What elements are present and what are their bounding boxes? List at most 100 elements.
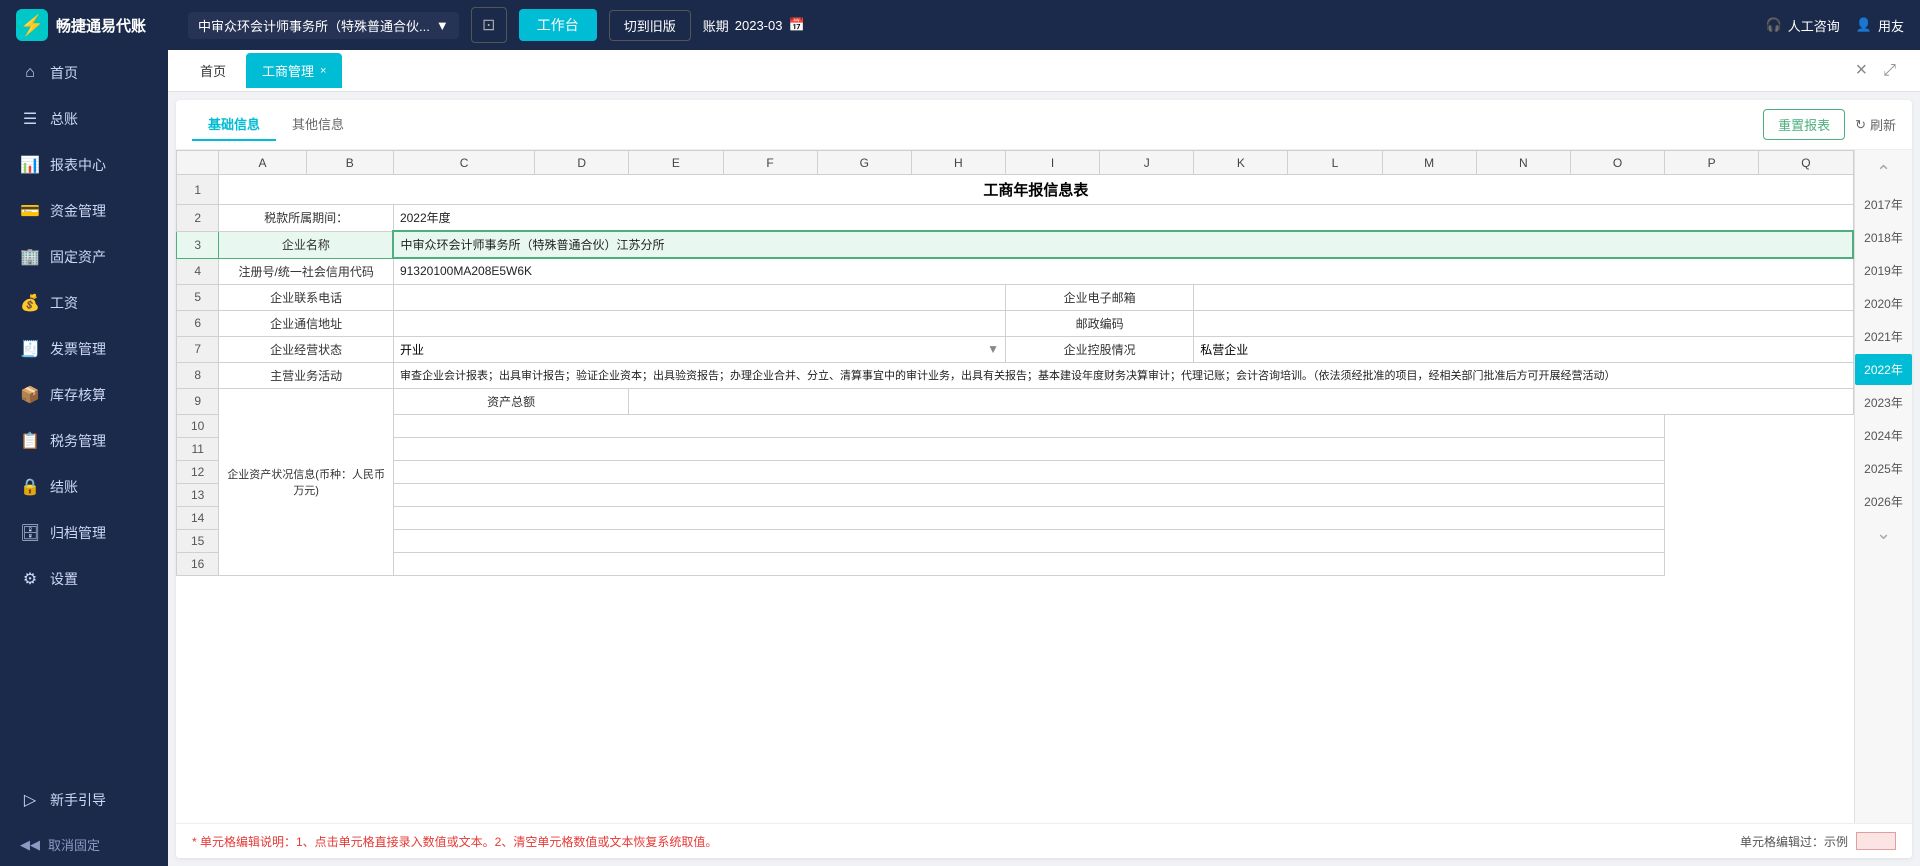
liabilities-value[interactable]	[393, 437, 1664, 460]
year-2022[interactable]: 2022年	[1855, 354, 1912, 385]
postal-value-cell[interactable]	[1194, 310, 1853, 336]
close-period-icon: 🔒	[20, 477, 40, 497]
year-sidebar: ⌃ 2017年 2018年 2019年 2020年 2021年 2022年 20…	[1854, 150, 1912, 823]
tab-other-info[interactable]: 其他信息	[276, 108, 360, 141]
tax-period-value-cell[interactable]: 2022年度	[393, 205, 1853, 232]
year-up-btn[interactable]: ⌃	[1872, 158, 1895, 187]
row-num-12: 12	[177, 460, 219, 483]
sidebar-item-inventory[interactable]: 📦 库存核算	[0, 372, 168, 418]
sidebar-item-ledger[interactable]: ☰ 总账	[0, 96, 168, 142]
company-name-label-cell: 企业名称	[219, 231, 394, 258]
main-area: 首页 工商管理 × × ⤢ 基础信息	[168, 50, 1920, 866]
inventory-icon: 📦	[20, 385, 40, 405]
support-btn[interactable]: 🎧 人工咨询	[1766, 16, 1840, 35]
main-biz-value-cell[interactable]: 审查企业会计报表；出具审计报告；验证企业资本；出具验资报告；办理企业合并、分立、…	[393, 362, 1853, 388]
sidebar-item-settings[interactable]: ⚙ 设置	[0, 556, 168, 602]
equity-value[interactable]	[393, 414, 1664, 437]
col-header-d: D	[535, 151, 629, 175]
row-num-1: 1	[177, 175, 219, 205]
edited-cell-sample	[1856, 832, 1896, 850]
switch-old-button[interactable]: 切到旧版	[609, 10, 691, 41]
col-header-k: K	[1194, 151, 1288, 175]
sidebar-item-finance[interactable]: 💳 资金管理	[0, 188, 168, 234]
sidebar-item-invoice[interactable]: 🧾 发票管理	[0, 326, 168, 372]
biz-status-dropdown-icon[interactable]: ▼	[987, 342, 999, 356]
year-2020[interactable]: 2020年	[1855, 288, 1912, 319]
year-2019[interactable]: 2019年	[1855, 255, 1912, 286]
tab-home[interactable]: 首页	[184, 53, 242, 88]
sidebar-item-salary[interactable]: 💰 工资	[0, 280, 168, 326]
year-2023[interactable]: 2023年	[1855, 387, 1912, 418]
reg-no-value-cell[interactable]: 91320100MA208E5W6K	[393, 258, 1853, 284]
biz-status-value-cell[interactable]: 开业 ▼	[393, 336, 1005, 362]
col-header-m: M	[1382, 151, 1476, 175]
settings-icon: ⚙	[20, 569, 40, 589]
period-label: 账期	[703, 16, 729, 35]
year-2024[interactable]: 2024年	[1855, 420, 1912, 451]
sidebar-item-tax[interactable]: 📋 税务管理	[0, 418, 168, 464]
period-selector[interactable]: 账期 2023-03 📅	[703, 16, 805, 35]
sidebar-label-salary: 工资	[50, 293, 78, 313]
refresh-btn[interactable]: ↻ 刷新	[1855, 115, 1896, 134]
window-expand-icon[interactable]: ⤢	[1883, 62, 1896, 80]
row-num-16: 16	[177, 552, 219, 575]
col-header-o: O	[1570, 151, 1664, 175]
refresh-icon: ↻	[1855, 117, 1866, 133]
address-value-cell[interactable]	[393, 310, 1005, 336]
window-close-icon[interactable]: ×	[1856, 59, 1868, 82]
grid-container[interactable]: A B C D E F G H I J	[176, 150, 1854, 823]
sidebar-item-report[interactable]: 📊 报表中心	[0, 142, 168, 188]
company-name-value-cell[interactable]: 中审众环会计师事务所（特殊普通合伙）江苏分所	[393, 231, 1853, 258]
year-down-btn[interactable]: ⌄	[1872, 519, 1895, 548]
tab-business[interactable]: 工商管理 ×	[246, 53, 342, 88]
year-2017[interactable]: 2017年	[1855, 189, 1912, 220]
user-menu[interactable]: 👤 用友	[1856, 16, 1904, 35]
table-row: 4 注册号/统一社会信用代码 91320100MA208E5W6K	[177, 258, 1854, 284]
year-2026[interactable]: 2026年	[1855, 486, 1912, 517]
revenue-value[interactable]	[393, 460, 1664, 483]
topbar-actions: 🎧 人工咨询 👤 用友	[1766, 16, 1904, 35]
archive-icon: 🗄	[20, 523, 40, 543]
sidebar-item-archive[interactable]: 🗄 归档管理	[0, 510, 168, 556]
profit-value[interactable]	[393, 506, 1664, 529]
year-2018[interactable]: 2018年	[1855, 222, 1912, 253]
logo-icon: ⚡	[16, 9, 48, 41]
sidebar-item-assets[interactable]: 🏢 固定资产	[0, 234, 168, 280]
topbar: ⚡ 畅捷通易代账 中审众环会计师事务所（特殊普通合伙... ▼ ⊡ 工作台 切到…	[0, 0, 1920, 50]
sidebar-item-close[interactable]: 🔒 结账	[0, 464, 168, 510]
total-assets-value[interactable]	[629, 388, 1853, 414]
app-name: 畅捷通易代账	[56, 15, 146, 36]
main-biz-label-cell: 主营业务活动	[219, 362, 394, 388]
tab-basic-info[interactable]: 基础信息	[192, 108, 276, 141]
table-row: 14	[177, 506, 1854, 529]
table-row: 16	[177, 552, 1854, 575]
col-header-a: A	[219, 151, 306, 175]
row-num-2: 2	[177, 205, 219, 232]
copy-icon-btn[interactable]: ⊡	[471, 7, 507, 43]
sidebar-item-guide[interactable]: ▷ 新手引导	[0, 777, 168, 823]
tab-close-icon[interactable]: ×	[320, 65, 326, 77]
holding-value-cell[interactable]: 私营企业	[1194, 336, 1853, 362]
workbench-button[interactable]: 工作台	[519, 9, 597, 41]
title-cell[interactable]: 工商年报信息表	[219, 175, 1853, 205]
invoice-icon: 🧾	[20, 339, 40, 359]
year-2021[interactable]: 2021年	[1855, 321, 1912, 352]
main-revenue-value[interactable]	[393, 483, 1664, 506]
email-label-cell: 企业电子邮箱	[1005, 284, 1193, 310]
postal-label-cell: 邮政编码	[1005, 310, 1193, 336]
sidebar-label-close: 结账	[50, 477, 78, 497]
company-selector[interactable]: 中审众环会计师事务所（特殊普通合伙... ▼	[188, 12, 459, 39]
table-row: 2 税款所属期间： 2022年度	[177, 205, 1854, 232]
col-header-n: N	[1476, 151, 1570, 175]
table-row: 9 企业资产状况信息(币种：人民币万元) 资产总额	[177, 388, 1854, 414]
tax-total-value[interactable]	[393, 552, 1664, 575]
sheet-actions: 重置报表 ↻ 刷新	[1763, 109, 1896, 140]
sidebar-item-home[interactable]: ⌂ 首页	[0, 50, 168, 96]
sidebar-pin-btn[interactable]: ◀◀ 取消固定	[0, 823, 168, 866]
net-profit-value[interactable]	[393, 529, 1664, 552]
reset-report-btn[interactable]: 重置报表	[1763, 109, 1845, 140]
email-value-cell[interactable]	[1194, 284, 1853, 310]
phone-value-cell[interactable]	[393, 284, 1005, 310]
year-2025[interactable]: 2025年	[1855, 453, 1912, 484]
tax-icon: 📋	[20, 431, 40, 451]
